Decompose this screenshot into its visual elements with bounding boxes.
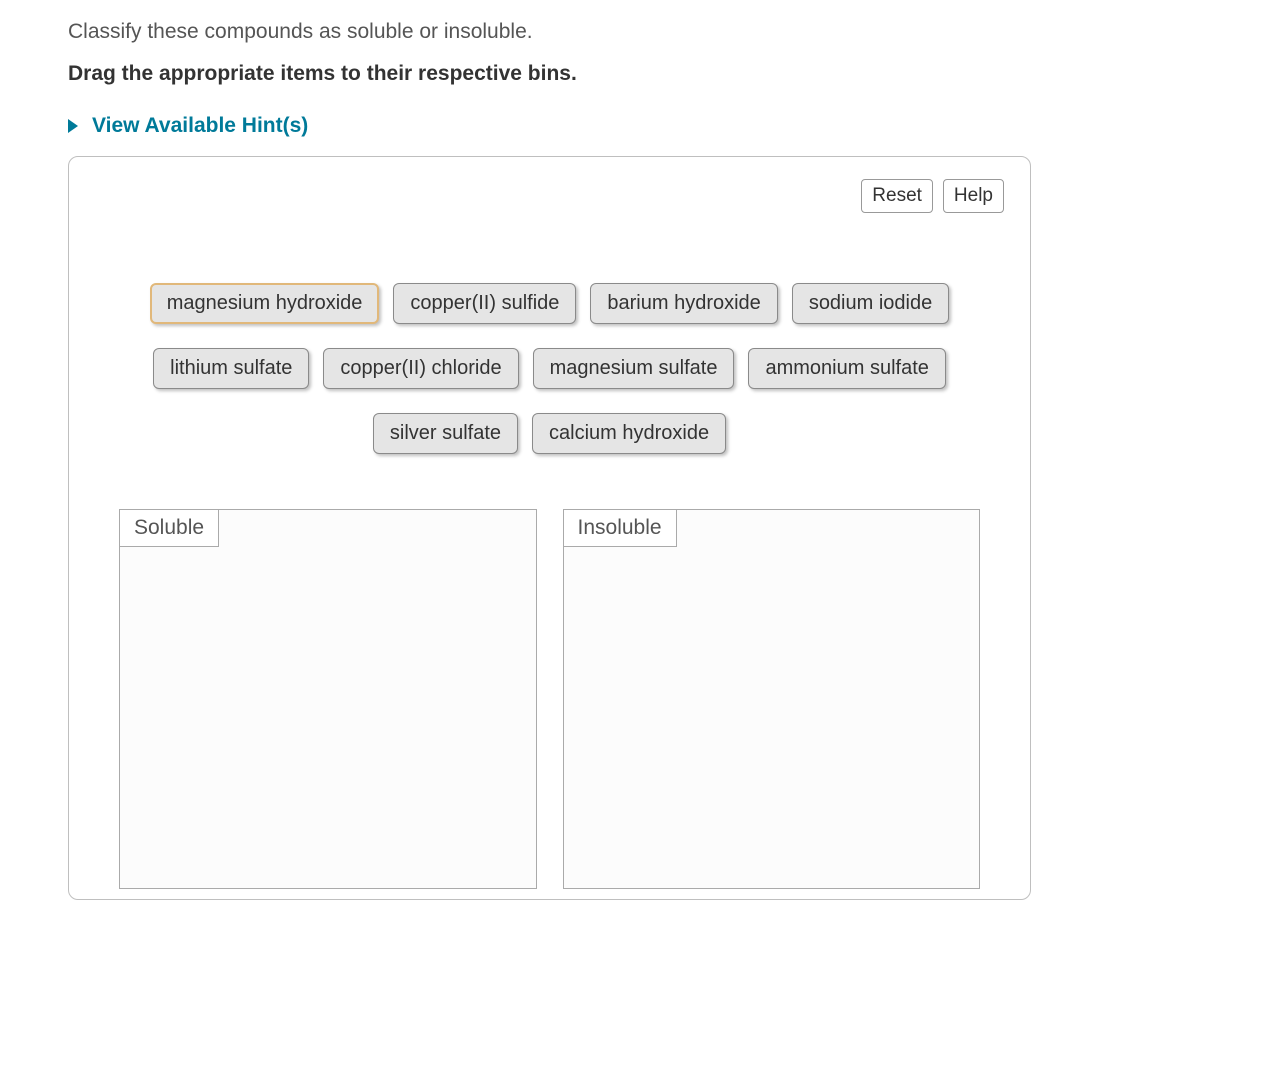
drag-item-copper-ii-sulfide[interactable]: copper(II) sulfide — [393, 283, 576, 324]
help-button[interactable]: Help — [943, 179, 1004, 213]
drag-item-calcium-hydroxide[interactable]: calcium hydroxide — [532, 413, 726, 454]
drag-item-ammonium-sulfate[interactable]: ammonium sulfate — [748, 348, 945, 389]
bin-soluble[interactable]: Soluble — [119, 509, 537, 889]
drag-item-copper-ii-chloride[interactable]: copper(II) chloride — [323, 348, 518, 389]
drop-bins-row: Soluble Insoluble — [95, 509, 1004, 889]
drag-item-magnesium-hydroxide[interactable]: magnesium hydroxide — [150, 283, 380, 324]
bin-label-insoluble: Insoluble — [563, 509, 677, 547]
bin-insoluble[interactable]: Insoluble — [563, 509, 981, 889]
bin-label-soluble: Soluble — [119, 509, 219, 547]
drag-item-silver-sulfate[interactable]: silver sulfate — [373, 413, 518, 454]
question-prompt: Classify these compounds as soluble or i… — [68, 20, 1213, 44]
question-page: Classify these compounds as soluble or i… — [0, 0, 1281, 900]
hints-label: View Available Hint(s) — [92, 114, 308, 138]
drag-item-lithium-sulfate[interactable]: lithium sulfate — [153, 348, 309, 389]
draggable-items-area: magnesium hydroxide copper(II) sulfide b… — [95, 283, 1004, 454]
panel-controls: Reset Help — [95, 179, 1004, 213]
triangle-right-icon — [68, 119, 78, 133]
sorting-panel: Reset Help magnesium hydroxide copper(II… — [68, 156, 1031, 900]
drag-item-magnesium-sulfate[interactable]: magnesium sulfate — [533, 348, 735, 389]
drag-item-sodium-iodide[interactable]: sodium iodide — [792, 283, 949, 324]
question-instruction: Drag the appropriate items to their resp… — [68, 62, 1213, 86]
view-hints-toggle[interactable]: View Available Hint(s) — [68, 114, 1213, 138]
drag-item-barium-hydroxide[interactable]: barium hydroxide — [590, 283, 777, 324]
reset-button[interactable]: Reset — [861, 179, 933, 213]
